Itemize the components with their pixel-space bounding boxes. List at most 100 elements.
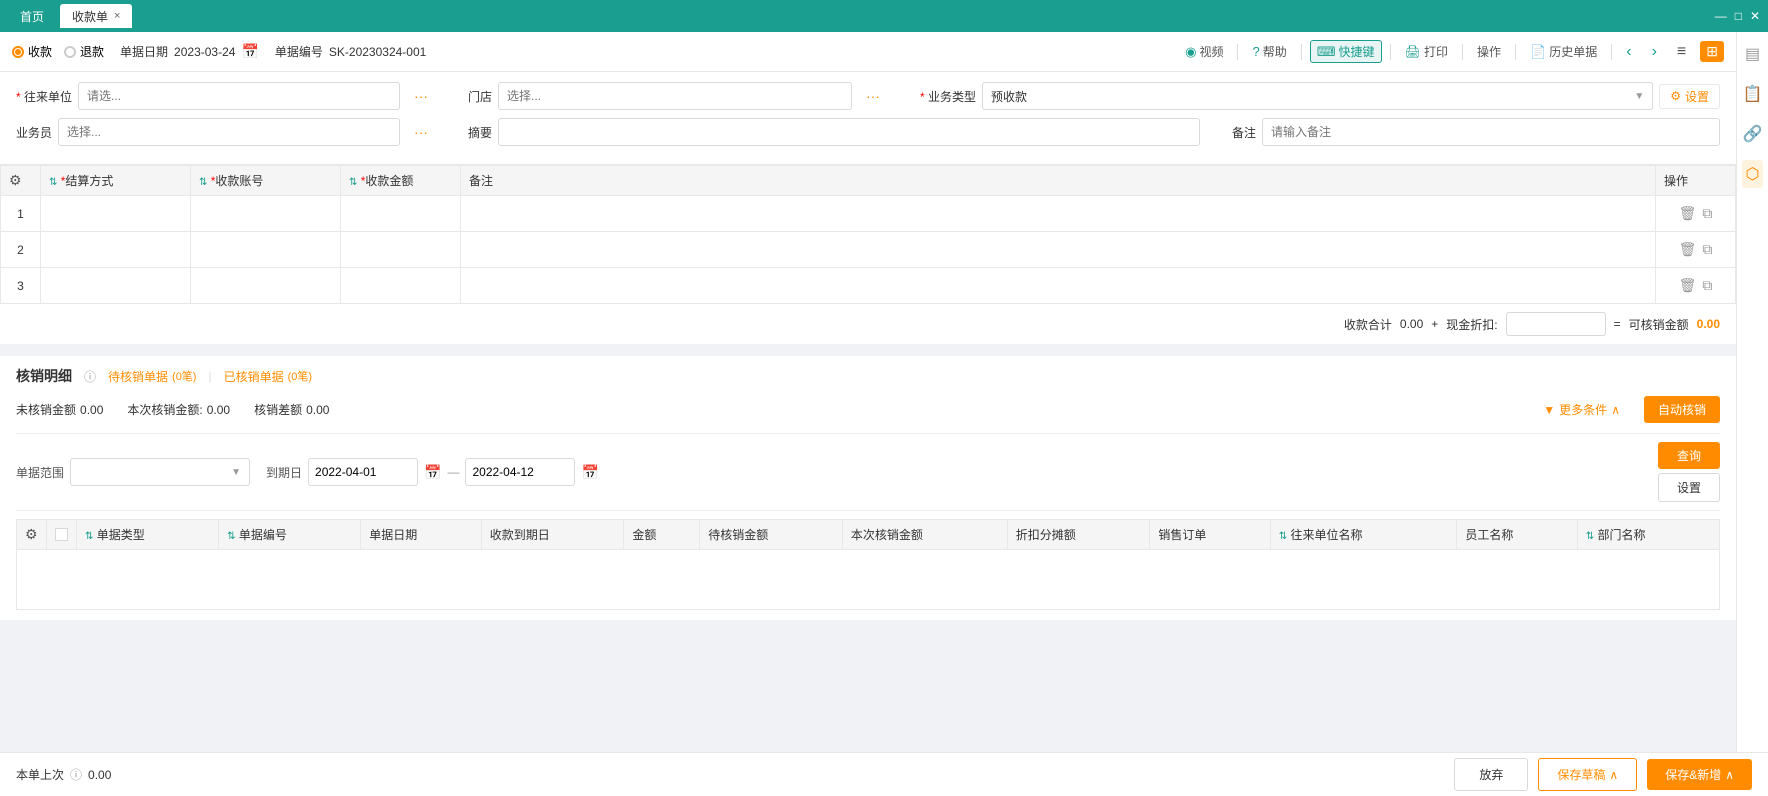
partner-input[interactable] — [78, 82, 400, 110]
row3-settle[interactable] — [41, 268, 191, 304]
range-select[interactable]: ▼ — [70, 458, 250, 486]
duedate-field: 到期日 📅 — 📅 — [266, 458, 599, 486]
th-note: 备注 — [461, 166, 1656, 196]
date-label: 单据日期 — [120, 43, 168, 60]
row2-copy-btn[interactable]: ⧉ — [1702, 241, 1712, 258]
row2-actions: 🗑 ⧉ — [1664, 241, 1727, 258]
sum-plus: + — [1431, 317, 1438, 331]
tab-home[interactable]: 首页 — [8, 4, 56, 28]
bottom-gear-icon[interactable]: ⚙ — [25, 526, 38, 542]
operate-btn[interactable]: 操作 — [1471, 41, 1507, 62]
row3-amount[interactable] — [341, 268, 461, 304]
row2-settle[interactable] — [41, 232, 191, 268]
remark-input[interactable] — [1262, 118, 1720, 146]
nav-next-btn[interactable]: › — [1646, 41, 1663, 63]
row1-settle[interactable] — [41, 196, 191, 232]
table-gear-icon[interactable]: ⚙ — [9, 172, 22, 188]
footer-info-icon[interactable]: ⓘ — [70, 766, 82, 783]
radio-receipt-circle — [12, 46, 24, 58]
radio-refund[interactable]: 退款 — [64, 43, 104, 60]
shortcut-btn[interactable]: ⌨ 快捷键 — [1310, 40, 1382, 63]
bth-gear[interactable]: ⚙ — [17, 520, 47, 550]
help-btn[interactable]: ? 帮助 — [1246, 41, 1292, 62]
help-icon: ? — [1252, 44, 1259, 59]
tab-pending-label: 待核销单据 — [108, 368, 168, 385]
duedate-to-input[interactable] — [465, 458, 575, 486]
gear-icon: ⚙ — [1670, 89, 1681, 103]
salesman-more-icon[interactable]: ··· — [406, 124, 436, 140]
store-input[interactable] — [498, 82, 852, 110]
th-settle: ⇅ *结算方式 — [41, 166, 191, 196]
writeoff-section: 核销明细 ⓘ 待核销单据 (0笔) | 已核销单据 (0笔) 未核销金额 0.0… — [0, 356, 1736, 620]
receipt-type-group: 收款 退款 — [12, 43, 104, 60]
row3-note[interactable] — [461, 268, 1656, 304]
form-settings-btn[interactable]: ⚙ 设置 — [1659, 84, 1720, 109]
filter-set-btn[interactable]: 设置 — [1658, 473, 1720, 502]
th-amount: ⇅ *收款金额 — [341, 166, 461, 196]
tab-pending[interactable]: 待核销单据 (0笔) — [108, 368, 196, 385]
tab-receipt[interactable]: 收款单 × — [60, 4, 132, 28]
video-btn[interactable]: ◉ 视频 — [1179, 41, 1229, 62]
receipt-table-container: ⚙ ⇅ *结算方式 ⇅ *收款账号 — [0, 165, 1736, 304]
salesman-input[interactable] — [58, 118, 400, 146]
history-btn[interactable]: 📄 历史单据 — [1524, 41, 1603, 62]
cal-from-icon[interactable]: 📅 — [424, 464, 441, 481]
row1-delete-btn[interactable]: 🗑 — [1679, 205, 1697, 222]
auto-writeoff-btn[interactable]: 自动核销 — [1644, 396, 1720, 423]
row1-note[interactable] — [461, 196, 1656, 232]
summary-field: 摘要 — [468, 118, 1200, 146]
store-more-icon[interactable]: ··· — [858, 88, 888, 104]
tab-done[interactable]: 已核销单据 (0笔) — [224, 368, 312, 385]
calendar-icon[interactable]: 📅 — [241, 43, 258, 60]
abandon-btn[interactable]: 放弃 — [1454, 758, 1528, 791]
cal-to-icon[interactable]: 📅 — [581, 464, 598, 481]
row2-delete-btn[interactable]: 🗑 — [1679, 241, 1697, 258]
sort-icon-partner: ⇅ — [1279, 531, 1287, 542]
row1-copy-btn[interactable]: ⧉ — [1702, 205, 1712, 222]
row1-actions: 🗑 ⧉ — [1664, 205, 1727, 222]
summary-input[interactable] — [498, 118, 1200, 146]
bth-date-label: 单据日期 — [369, 528, 417, 542]
row3-account[interactable] — [191, 268, 341, 304]
print-btn[interactable]: 🖨 打印 — [1399, 41, 1455, 62]
more-conditions-btn[interactable]: ▼ 更多条件 ∧ — [1543, 401, 1620, 418]
sum-discount-input[interactable] — [1506, 312, 1606, 336]
row1-account[interactable] — [191, 196, 341, 232]
row3-delete-btn[interactable]: 🗑 — [1679, 277, 1697, 294]
row2-amount[interactable] — [341, 232, 461, 268]
row2-account[interactable] — [191, 232, 341, 268]
save-new-btn[interactable]: 保存&新增 ∧ — [1647, 759, 1752, 790]
header-checkbox[interactable] — [55, 528, 68, 541]
window-max-btn[interactable]: □ — [1735, 9, 1742, 23]
view-grid-btn[interactable]: ⊞ — [1700, 41, 1724, 62]
biz-type-select[interactable]: 预收款 ▼ — [982, 82, 1653, 110]
save-draft-btn[interactable]: 保存草稿 ∧ — [1538, 758, 1637, 791]
stat-current-value: 0.00 — [207, 403, 230, 417]
sidebar-table-icon[interactable]: ▤ — [1741, 40, 1764, 68]
sidebar-link-icon[interactable]: 🔗 — [1739, 120, 1767, 148]
row3-copy-btn[interactable]: ⧉ — [1702, 277, 1712, 294]
duedate-from-input[interactable] — [308, 458, 418, 486]
nav-prev-btn[interactable]: ‹ — [1620, 41, 1637, 63]
partner-more-icon[interactable]: ··· — [406, 88, 436, 104]
radio-receipt-label: 收款 — [28, 43, 52, 60]
filter-btns: 查询 设置 — [1658, 442, 1720, 502]
view-list-btn[interactable]: ≡ — [1671, 41, 1692, 63]
tab-close-icon[interactable]: × — [114, 10, 120, 22]
sidebar-doc-icon[interactable]: 📋 — [1739, 80, 1767, 108]
row2-note[interactable] — [461, 232, 1656, 268]
window-close-btn[interactable]: ✕ — [1750, 9, 1760, 23]
writeoff-info-icon[interactable]: ⓘ — [84, 368, 96, 385]
required-star: * — [16, 90, 21, 104]
section-divider — [0, 348, 1736, 356]
query-btn[interactable]: 查询 — [1658, 442, 1720, 469]
row1-amount[interactable] — [341, 196, 461, 232]
radio-receipt[interactable]: 收款 — [12, 43, 52, 60]
operate-label: 操作 — [1477, 43, 1501, 60]
th-gear[interactable]: ⚙ — [1, 166, 41, 196]
radio-refund-label: 退款 — [80, 43, 104, 60]
sidebar-expand-icon[interactable]: ⬡ — [1742, 160, 1764, 188]
window-min-btn[interactable]: — — [1715, 9, 1727, 23]
help-label: 帮助 — [1263, 43, 1287, 60]
page-footer: 本单上次 ⓘ 0.00 放弃 保存草稿 ∧ 保存&新增 ∧ — [0, 752, 1768, 796]
